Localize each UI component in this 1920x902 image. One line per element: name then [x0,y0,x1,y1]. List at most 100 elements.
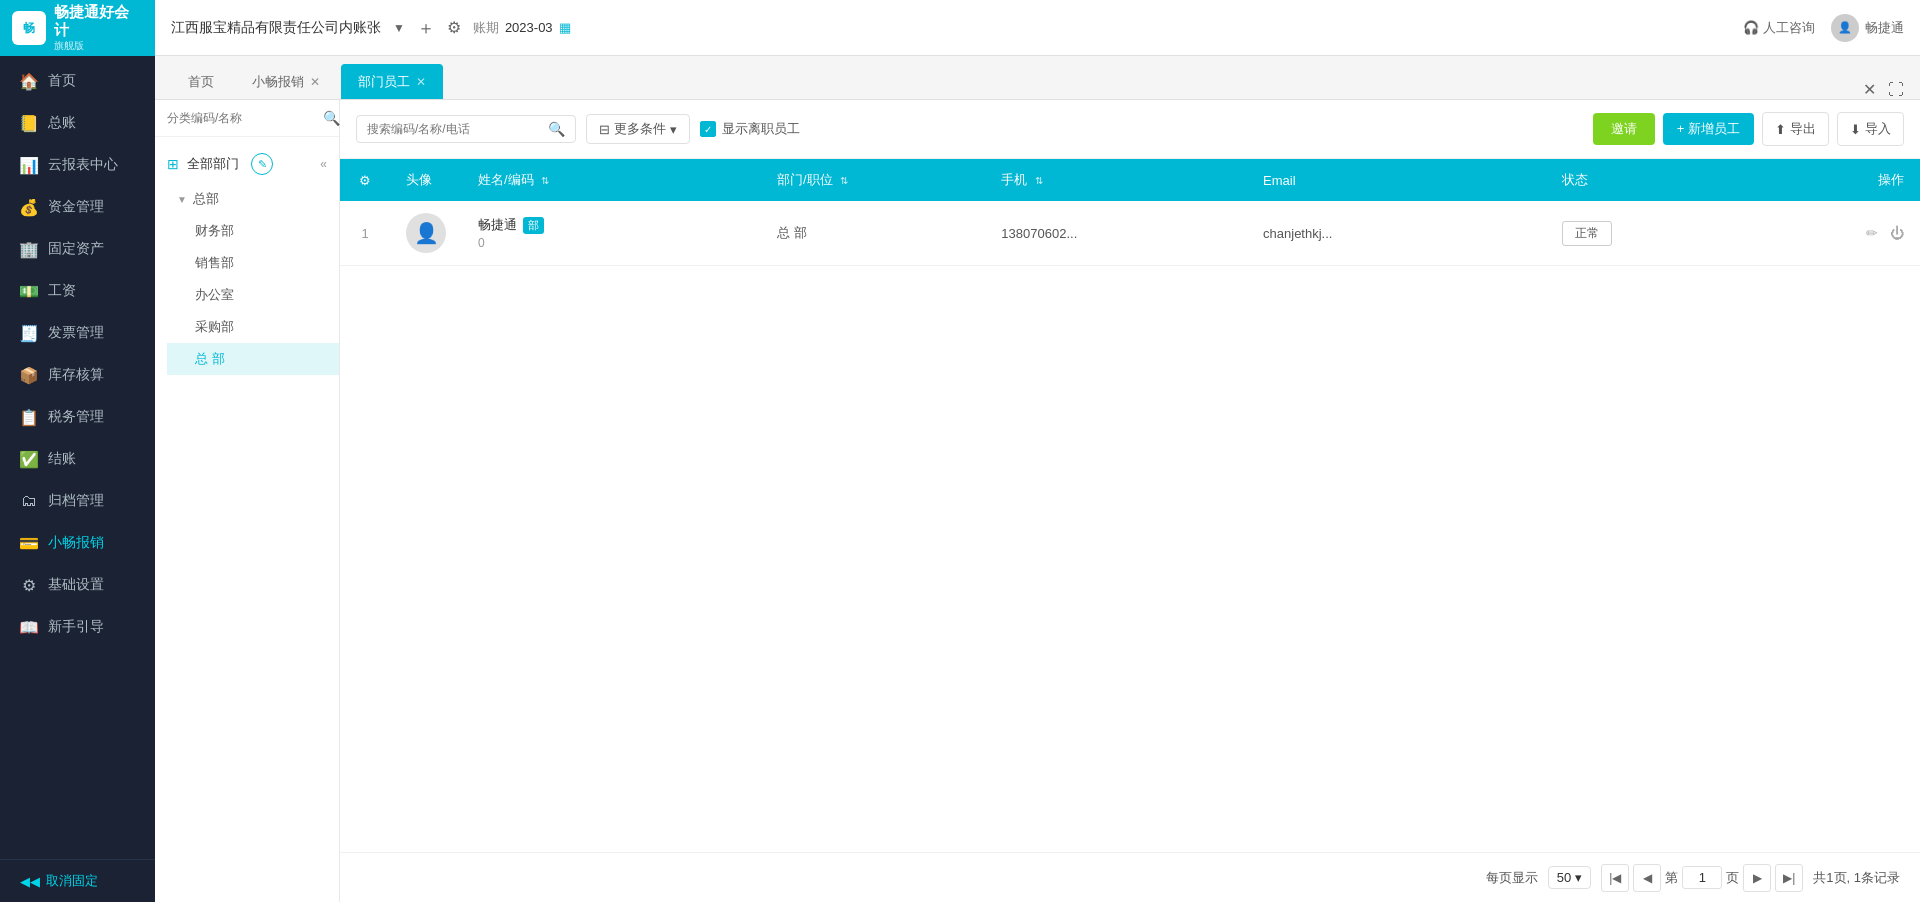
cell-actions: ✏ ⏻ [1770,201,1920,266]
sidebar-item-invoice[interactable]: 🧾 发票管理 [0,312,155,354]
period-display: 账期 2023-03 ▦ [473,19,571,37]
col-status: 状态 [1546,159,1770,201]
new-guide-icon: 📖 [20,618,38,636]
dept-collapse-icon[interactable]: « [320,157,327,171]
table-row: 1 👤 畅捷通 部 [340,201,1920,266]
tab-home[interactable]: 首页 [171,64,231,99]
page-label-post: 页 [1726,869,1739,887]
page-number-input[interactable] [1682,866,1722,889]
cell-name: 畅捷通 部 0 [462,201,761,266]
sidebar-item-funds[interactable]: 💰 资金管理 [0,186,155,228]
col-settings[interactable]: ⚙ [340,159,390,201]
sidebar-item-inventory[interactable]: 📦 库存核算 [0,354,155,396]
logout-employee-icon[interactable]: ⏻ [1890,225,1904,241]
sidebar-item-fixed-assets[interactable]: 🏢 固定资产 [0,228,155,270]
page-first-button[interactable]: |◀ [1601,864,1629,892]
employee-search-icon[interactable]: 🔍 [548,121,565,137]
settings-icon[interactable]: ⚙ [447,18,461,37]
dept-sub-finance[interactable]: 财务部 [167,215,339,247]
sidebar-item-basic-settings[interactable]: ⚙ 基础设置 [0,564,155,606]
employee-code: 0 [478,236,745,250]
add-company-icon[interactable]: ＋ [417,16,435,40]
inventory-icon: 📦 [20,366,38,384]
sidebar-item-ledger[interactable]: 📒 总账 [0,102,155,144]
actions-row: ✏ ⏻ [1786,225,1904,241]
page-last-button[interactable]: ▶| [1775,864,1803,892]
toolbar-right-actions: 邀请 + 新增员工 ⬆ 导出 ⬇ 导入 [1593,112,1904,146]
dept-all-item[interactable]: ⊞ 全部部门 ✎ « [155,145,339,183]
topbar-right: 🎧 人工咨询 👤 畅捷通 [1743,14,1904,42]
sidebar-item-archive[interactable]: 🗂 归档管理 [0,480,155,522]
sidebar-nav: 🏠 首页 📒 总账 📊 云报表中心 💰 资金管理 🏢 固定资产 💵 工资 🧾 发… [0,56,155,859]
export-button[interactable]: ⬆ 导出 [1762,112,1829,146]
page-size-select[interactable]: 50 ▾ [1548,866,1591,889]
col-name[interactable]: 姓名/编码 ⇅ [462,159,761,201]
dept-section-header-hq[interactable]: ▼ 总部 [167,183,339,215]
show-resigned-toggle[interactable]: ✓ 显示离职员工 [700,120,800,138]
dept-sort-icon: ⇅ [840,175,848,186]
dept-search-area: 🔍 [155,100,339,137]
page-total: 共1页, 1条记录 [1813,869,1900,887]
page-input-wrap: 第 页 [1665,866,1739,889]
invoice-icon: 🧾 [20,324,38,342]
unpin-button[interactable]: ◀◀ 取消固定 [0,859,155,902]
dept-search-input[interactable] [167,111,317,125]
cell-phone: 138070602... [985,201,1247,266]
sidebar-item-checkout[interactable]: ✅ 结账 [0,438,155,480]
invite-button[interactable]: 邀请 [1593,113,1655,145]
cell-avatar: 👤 [390,201,462,266]
tab-dept-employee[interactable]: 部门员工 ✕ [341,64,443,99]
cell-email: chanjethkj... [1247,201,1546,266]
sidebar-item-label: 基础设置 [48,576,104,594]
add-employee-button[interactable]: + 新增员工 [1663,113,1754,145]
tab-home-label: 首页 [188,73,214,91]
tab-xiaochang-expense[interactable]: 小畅报销 ✕ [235,64,337,99]
sidebar-item-tax[interactable]: 📋 税务管理 [0,396,155,438]
show-resigned-label: 显示离职员工 [722,120,800,138]
page-next-button[interactable]: ▶ [1743,864,1771,892]
pagination-bar: 每页显示 50 ▾ |◀ ◀ 第 页 ▶ ▶| [340,852,1920,902]
dept-sub-sales[interactable]: 销售部 [167,247,339,279]
dept-sub-procurement[interactable]: 采购部 [167,311,339,343]
sidebar-item-label: 小畅报销 [48,534,104,552]
calendar-icon[interactable]: ▦ [559,20,571,35]
filter-button[interactable]: ⊟ 更多条件 ▾ [586,114,690,144]
page-size-label: 每页显示 [1486,869,1538,887]
tab-close-all-icon[interactable]: ✕ [1863,80,1876,99]
tab-expand-icon[interactable]: ⛶ [1888,81,1904,99]
user-menu[interactable]: 👤 畅捷通 [1831,14,1904,42]
filter-label: 更多条件 [614,120,666,138]
dept-panel: 🔍 ⊞ 全部部门 ✎ « ▼ 总部 财务部 [155,100,340,902]
col-dept[interactable]: 部门/职位 ⇅ [761,159,985,201]
unpin-label: 取消固定 [46,872,98,890]
employee-name: 畅捷通 [478,216,517,234]
sidebar: 畅 畅捷通好会计 旗舰版 🏠 首页 📒 总账 📊 云报表中心 💰 资金管理 🏢 … [0,0,155,902]
page-prev-button[interactable]: ◀ [1633,864,1661,892]
dept-search-icon[interactable]: 🔍 [323,110,340,126]
import-button[interactable]: ⬇ 导入 [1837,112,1904,146]
sidebar-item-reports[interactable]: 📊 云报表中心 [0,144,155,186]
col-phone[interactable]: 手机 ⇅ [985,159,1247,201]
dept-edit-icon[interactable]: ✎ [251,153,273,175]
sidebar-item-new-guide[interactable]: 📖 新手引导 [0,606,155,648]
tab-dept-close-icon[interactable]: ✕ [416,75,426,89]
dept-tree: ⊞ 全部部门 ✎ « ▼ 总部 财务部 销售部 办公室 采购部 [155,137,339,902]
edit-employee-icon[interactable]: ✏ [1866,225,1878,241]
support-button[interactable]: 🎧 人工咨询 [1743,19,1815,37]
sidebar-item-label: 税务管理 [48,408,104,426]
sidebar-item-salary[interactable]: 💵 工资 [0,270,155,312]
dept-sub-general[interactable]: 总 部 [167,343,339,375]
employee-search-input[interactable] [367,122,542,136]
dept-sub-office[interactable]: 办公室 [167,279,339,311]
tabs-right-actions: ✕ ⛶ [1863,80,1904,99]
sidebar-item-home[interactable]: 🏠 首页 [0,60,155,102]
tab-dept-label: 部门员工 [358,73,410,91]
tab-xiaochang-close-icon[interactable]: ✕ [310,75,320,89]
page-label-pre: 第 [1665,869,1678,887]
logo-subtitle: 旗舰版 [54,39,143,53]
company-dropdown-icon[interactable]: ▼ [393,21,405,35]
sidebar-item-xiaochang[interactable]: 💳 小畅报销 [0,522,155,564]
show-resigned-checkbox[interactable]: ✓ [700,121,716,137]
sidebar-item-label: 归档管理 [48,492,104,510]
ledger-icon: 📒 [20,114,38,132]
